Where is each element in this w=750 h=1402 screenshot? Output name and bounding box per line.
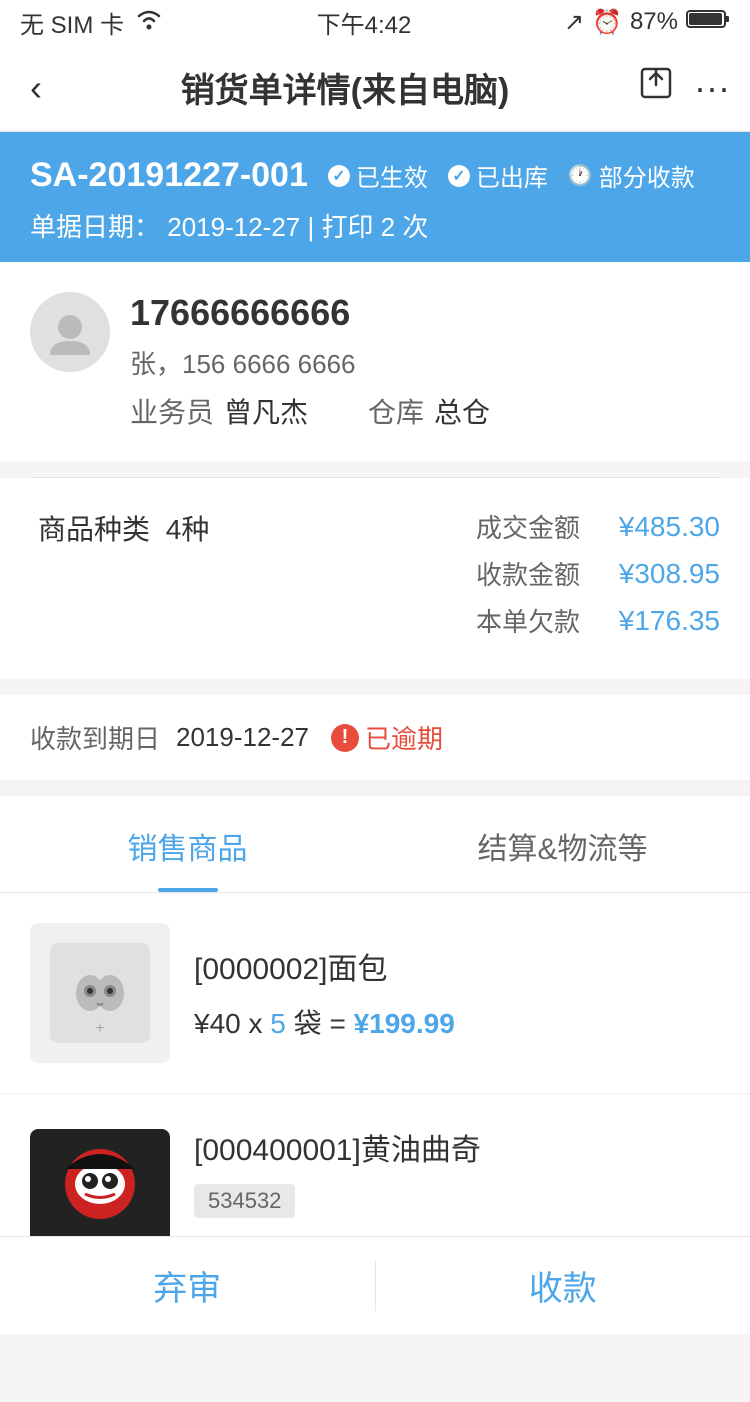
summary-right: 成交金额 ¥485.30 收款金额 ¥308.95 本单欠款 ¥176.35 [476, 508, 720, 649]
reject-button[interactable]: 弃审 [0, 1241, 375, 1330]
header-date-row: 单据日期： 2019-12-27 | 打印 2 次 [30, 207, 720, 244]
share-button[interactable] [638, 65, 674, 110]
sales-value: 曾凡杰 [224, 391, 308, 431]
customer-section: 17666666666 张，156 6666 6666 业务员 曾凡杰 仓库 总… [0, 262, 750, 461]
price-multiply-1: x [249, 1008, 271, 1039]
product-item-1: + [0000002]面包 ¥40 x 5 袋 = ¥199.99 [0, 893, 750, 1093]
alarm-icon: ⏰ [592, 8, 622, 37]
received-label: 收款金额 [476, 555, 580, 592]
sku-badge-2: 534532 [194, 1184, 295, 1218]
warehouse-meta: 仓库 总仓 [368, 391, 490, 431]
kinds-label: 商品种类 [38, 514, 150, 545]
nav-bar: ‹ 销货单详情(来自电脑) ··· [0, 44, 750, 132]
status-bar: 无 SIM 卡 下午4:42 ↗ ⏰ 87% [0, 0, 750, 44]
order-date: 2019-12-27 [167, 212, 300, 242]
location-icon: ↗ [564, 8, 584, 37]
received-row: 收款金额 ¥308.95 [476, 555, 720, 592]
check-icon-2 [448, 165, 470, 187]
nav-actions: ··· [638, 65, 730, 110]
amount-value: ¥485.30 [600, 511, 720, 543]
tabs-row: 销售商品 结算&物流等 [0, 796, 750, 892]
product-info-1: [0000002]面包 ¥40 x 5 袋 = ¥199.99 [194, 944, 720, 1042]
product-name-2: [000400001]黄油曲奇 [194, 1125, 720, 1169]
battery-icon [686, 8, 730, 37]
overdue-text: 已逾期 [365, 719, 443, 756]
wifi-icon [134, 8, 164, 37]
product-image-1: + [30, 923, 170, 1063]
status-effective-label: 已生效 [356, 158, 428, 193]
status-partial-label: 部分收款 [599, 158, 695, 193]
order-id: SA-20191227-001 [30, 156, 308, 195]
tabs-section: 销售商品 结算&物流等 [0, 796, 750, 893]
due-date-value: 2019-12-27 [176, 722, 309, 753]
price-total-1: ¥199.99 [354, 1008, 455, 1039]
status-right: ↗ ⏰ 87% [564, 8, 730, 37]
debt-label: 本单欠款 [476, 602, 580, 639]
product-kinds: 商品种类 4种 [30, 508, 209, 548]
status-badge-effective: 已生效 [328, 158, 428, 193]
sim-label: 无 SIM 卡 [20, 5, 124, 40]
customer-name-phone: 17666666666 [130, 292, 720, 334]
received-value: ¥308.95 [600, 558, 720, 590]
tab-settlement[interactable]: 结算&物流等 [375, 796, 750, 892]
battery-label: 87% [630, 8, 678, 36]
more-button[interactable]: ··· [694, 67, 730, 109]
customer-detail: 张，156 6666 6666 [130, 344, 720, 381]
summary-left: 商品种类 4种 [30, 508, 209, 548]
page-title: 销货单详情(来自电脑) [52, 63, 638, 112]
due-label: 收款到期日 [30, 719, 160, 756]
status-badge-shipped: 已出库 [448, 158, 548, 193]
overdue-badge: ! 已逾期 [331, 719, 443, 756]
debt-value: ¥176.35 [600, 605, 720, 637]
status-badge-partial: 🕐 部分收款 [568, 158, 695, 193]
amount-row: 成交金额 ¥485.30 [476, 508, 720, 545]
warehouse-label: 仓库 [368, 391, 424, 431]
price-equals-1: = [329, 1008, 353, 1039]
overdue-icon: ! [331, 724, 359, 752]
print-info: | 打印 2 次 [307, 212, 428, 242]
debt-row: 本单欠款 ¥176.35 [476, 602, 720, 639]
status-left: 无 SIM 卡 [20, 5, 164, 40]
price-unit-1: ¥40 [194, 1008, 241, 1039]
product-placeholder-icon-1: + [50, 943, 150, 1043]
bottom-bar: 弃审 收款 [0, 1236, 750, 1334]
check-icon-1 [328, 165, 350, 187]
status-shipped-label: 已出库 [476, 158, 548, 193]
summary-section: 商品种类 4种 成交金额 ¥485.30 收款金额 ¥308.95 本单欠款 ¥… [0, 478, 750, 679]
avatar [30, 292, 110, 372]
header-banner: SA-20191227-001 已生效 已出库 🕐 部分收款 单据日期： 201… [0, 132, 750, 262]
product-name-1: [0000002]面包 [194, 944, 720, 988]
customer-info: 17666666666 张，156 6666 6666 业务员 曾凡杰 仓库 总… [130, 292, 720, 431]
amount-label: 成交金额 [476, 508, 580, 545]
sales-meta: 业务员 曾凡杰 [130, 391, 308, 431]
clock-icon: 🕐 [568, 163, 593, 188]
sales-label: 业务员 [130, 391, 214, 431]
collect-button[interactable]: 收款 [376, 1241, 750, 1330]
svg-text:+: + [95, 1020, 104, 1037]
customer-meta: 业务员 曾凡杰 仓库 总仓 [130, 391, 720, 431]
status-time: 下午4:42 [317, 5, 412, 40]
order-id-row: SA-20191227-001 已生效 已出库 🕐 部分收款 [30, 156, 720, 195]
warehouse-value: 总仓 [434, 391, 490, 431]
date-label: 单据日期： [30, 212, 160, 242]
back-button[interactable]: ‹ [20, 57, 52, 119]
kinds-value: 4种 [166, 514, 210, 545]
due-section: 收款到期日 2019-12-27 ! 已逾期 [0, 695, 750, 780]
tab-sales[interactable]: 销售商品 [0, 796, 375, 892]
avatar-icon [45, 307, 95, 357]
price-quantity-1: 5 [270, 1008, 286, 1039]
product-price-line-1: ¥40 x 5 袋 = ¥199.99 [194, 1002, 720, 1042]
price-unit-label-1: 袋 [294, 1008, 322, 1039]
